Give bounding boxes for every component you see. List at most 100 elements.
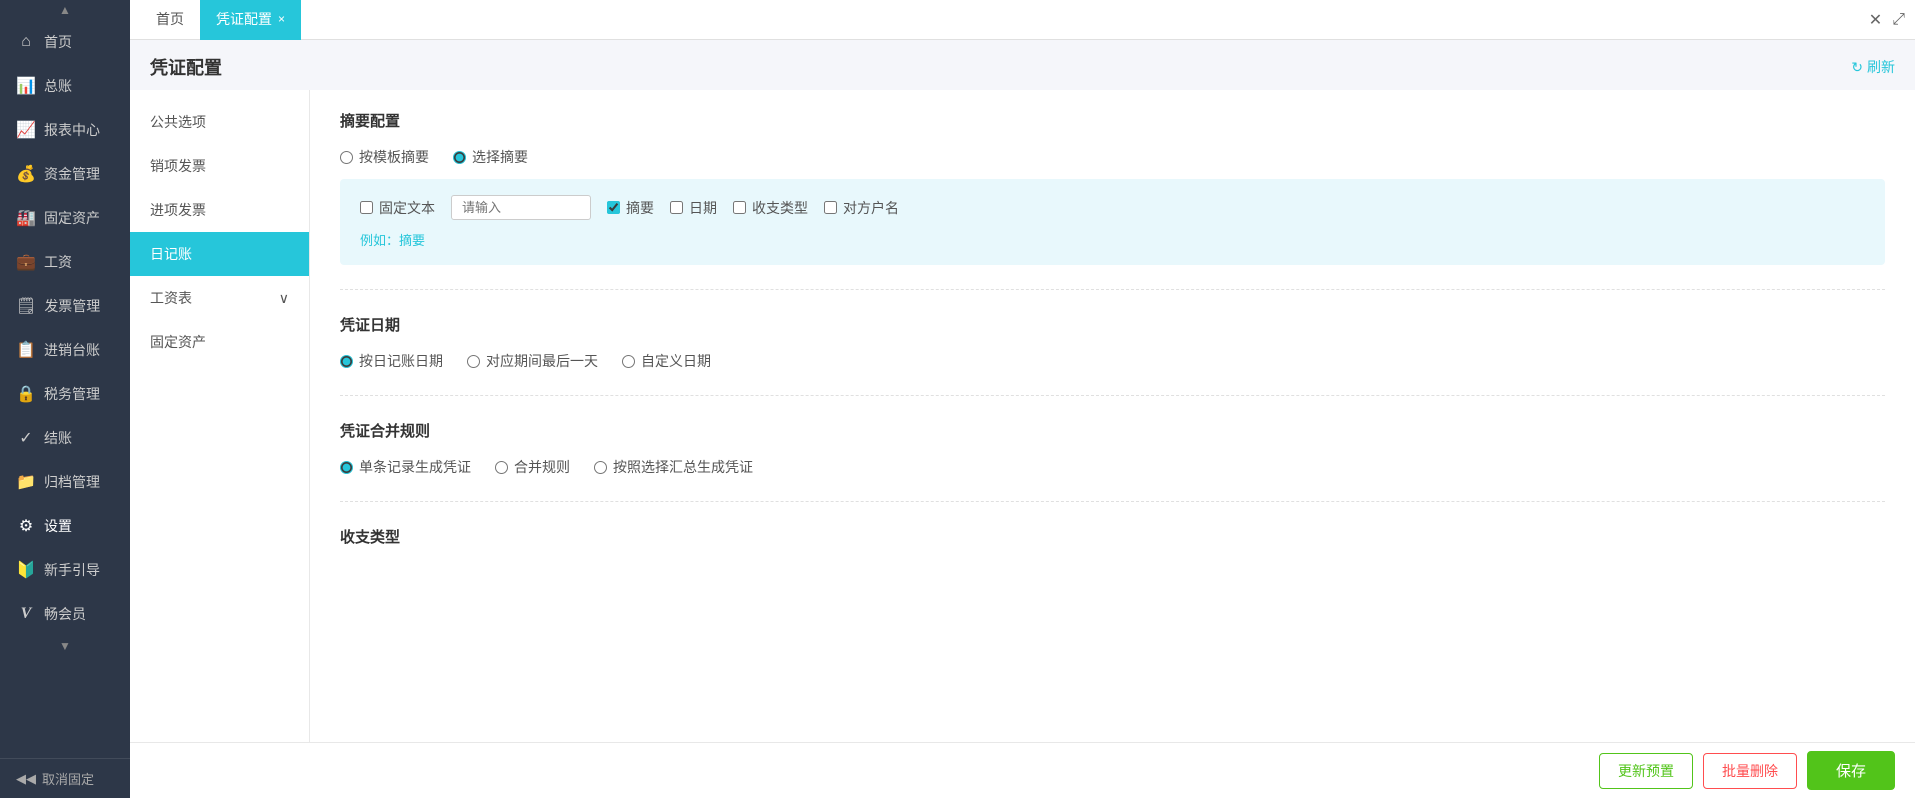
sidebar-item-invoice[interactable]: 🗒 发票管理: [0, 284, 130, 328]
sidebar-item-report[interactable]: 📈 报表中心: [0, 108, 130, 152]
refresh-button[interactable]: ↻ 刷新: [1851, 57, 1895, 77]
voucher-date-option1[interactable]: [340, 355, 353, 368]
radio-select-label[interactable]: 选择摘要: [453, 147, 528, 167]
sidebar-item-home[interactable]: ⌂ 首页: [0, 20, 130, 64]
sidebar-item-fund[interactable]: 💰 资金管理: [0, 152, 130, 196]
tab-voucher[interactable]: 凭证配置 ×: [200, 0, 301, 40]
income-type-title: 收支类型: [340, 526, 1885, 547]
left-nav-purchase-invoice[interactable]: 进项发票: [130, 188, 309, 232]
checkbox-abstract-text: 摘要: [626, 198, 654, 218]
merge-option1[interactable]: [340, 461, 353, 474]
sidebar-item-label: 设置: [44, 516, 72, 536]
fund-icon: 💰: [16, 164, 36, 184]
left-nav-fixed-asset[interactable]: 固定资产: [130, 320, 309, 364]
checkbox-fixed-text-label-text: 固定文本: [379, 198, 435, 218]
tab-voucher-label: 凭证配置: [216, 9, 272, 29]
checkbox-fixed-text[interactable]: [360, 201, 373, 214]
summary-options-row: 固定文本 摘要 日期: [360, 195, 1865, 220]
tab-home[interactable]: 首页: [140, 0, 200, 40]
left-nav-sales-invoice[interactable]: 销项发票: [130, 144, 309, 188]
merge-option2-label[interactable]: 合并规则: [495, 457, 570, 477]
merge-rules-radio-group: 单条记录生成凭证 合并规则 按照选择汇总生成凭证: [340, 457, 1885, 477]
checkbox-fixed-text-label[interactable]: 固定文本: [360, 198, 435, 218]
summary-config-section: 摘要配置 按模板摘要 选择摘要: [340, 110, 1885, 290]
voucher-date-option3-label[interactable]: 自定义日期: [622, 351, 711, 371]
sidebar-item-label: 进销台账: [44, 340, 100, 360]
merge-option1-label[interactable]: 单条记录生成凭证: [340, 457, 471, 477]
update-preset-button[interactable]: 更新预置: [1599, 753, 1693, 789]
left-nav-sales-invoice-label: 销项发票: [150, 156, 206, 176]
sidebar-item-salary[interactable]: 💼 工资: [0, 240, 130, 284]
report-icon: 📈: [16, 120, 36, 140]
voucher-date-option2-text: 对应期间最后一天: [486, 351, 598, 371]
sidebar-item-settings[interactable]: ⚙ 设置: [0, 504, 130, 548]
window-restore-icon[interactable]: ⤢: [1892, 11, 1905, 29]
sidebar-item-archive[interactable]: 📁 归档管理: [0, 460, 130, 504]
checkbox-income-type[interactable]: [733, 201, 746, 214]
voucher-date-option2[interactable]: [467, 355, 480, 368]
checkbox-counterpart-text: 对方户名: [843, 198, 899, 218]
tab-close-icon[interactable]: ×: [278, 12, 285, 26]
member-icon: V: [16, 605, 36, 623]
voucher-date-option3[interactable]: [622, 355, 635, 368]
sidebar-unpin-button[interactable]: ◀◀ 取消固定: [0, 758, 130, 798]
checkbox-counterpart-label[interactable]: 对方户名: [824, 198, 899, 218]
radio-select[interactable]: [453, 151, 466, 164]
sidebar-item-asset[interactable]: 🏭 固定资产: [0, 196, 130, 240]
voucher-date-radio-group: 按日记账日期 对应期间最后一天 自定义日期: [340, 351, 1885, 371]
voucher-date-option1-text: 按日记账日期: [359, 351, 443, 371]
save-button[interactable]: 保存: [1807, 751, 1895, 790]
merge-option1-text: 单条记录生成凭证: [359, 457, 471, 477]
voucher-date-option1-label[interactable]: 按日记账日期: [340, 351, 443, 371]
left-nav-payroll[interactable]: 工资表 ∨: [130, 276, 309, 320]
sidebar-item-purchase[interactable]: 📋 进销台账: [0, 328, 130, 372]
merge-option2-text: 合并规则: [514, 457, 570, 477]
left-nav-journal-label: 日记账: [150, 244, 192, 264]
summary-config-title: 摘要配置: [340, 110, 1885, 131]
right-content: 摘要配置 按模板摘要 选择摘要: [310, 90, 1915, 742]
radio-template-label[interactable]: 按模板摘要: [340, 147, 429, 167]
sidebar-item-guide[interactable]: 🔰 新手引导: [0, 548, 130, 592]
voucher-date-option3-text: 自定义日期: [641, 351, 711, 371]
merge-option3-label[interactable]: 按照选择汇总生成凭证: [594, 457, 753, 477]
sidebar-item-member[interactable]: V 畅会员: [0, 592, 130, 636]
sidebar: ▲ ⌂ 首页 📊 总账 📈 报表中心 💰 资金管理 🏭 固定资产 💼 工资 🗒 …: [0, 0, 130, 798]
salary-icon: 💼: [16, 252, 36, 272]
sidebar-scroll-down[interactable]: ▼: [0, 636, 130, 656]
checkbox-counterpart[interactable]: [824, 201, 837, 214]
settings-icon: ⚙: [16, 516, 36, 536]
radio-template[interactable]: [340, 151, 353, 164]
sidebar-item-label: 结账: [44, 428, 72, 448]
asset-icon: 🏭: [16, 208, 36, 228]
footer-bar: 更新预置 批量删除 保存: [130, 742, 1915, 798]
left-nav-journal[interactable]: 日记账: [130, 232, 309, 276]
sidebar-item-label: 工资: [44, 252, 72, 272]
radio-template-text: 按模板摘要: [359, 147, 429, 167]
sidebar-item-ledger[interactable]: 📊 总账: [0, 64, 130, 108]
checkbox-date[interactable]: [670, 201, 683, 214]
tab-bar: 首页 凭证配置 × ✕ ⤢: [130, 0, 1915, 40]
sidebar-item-tax[interactable]: 🔒 税务管理: [0, 372, 130, 416]
refresh-icon: ↻: [1851, 59, 1863, 76]
close-accounts-icon: ✓: [16, 428, 36, 448]
batch-delete-button[interactable]: 批量删除: [1703, 753, 1797, 789]
checkbox-abstract-label[interactable]: 摘要: [607, 198, 654, 218]
merge-rules-title: 凭证合并规则: [340, 420, 1885, 441]
radio-select-text: 选择摘要: [472, 147, 528, 167]
fixed-text-input[interactable]: [451, 195, 591, 220]
merge-option2[interactable]: [495, 461, 508, 474]
sidebar-item-close[interactable]: ✓ 结账: [0, 416, 130, 460]
summary-config-box: 固定文本 摘要 日期: [340, 179, 1885, 265]
window-close-icon[interactable]: ✕: [1869, 10, 1882, 30]
checkbox-date-label[interactable]: 日期: [670, 198, 717, 218]
left-nav-payroll-label: 工资表: [150, 288, 192, 308]
sidebar-item-label: 新手引导: [44, 560, 100, 580]
merge-option3[interactable]: [594, 461, 607, 474]
sidebar-scroll-up[interactable]: ▲: [0, 0, 130, 20]
checkbox-abstract[interactable]: [607, 201, 620, 214]
voucher-date-option2-label[interactable]: 对应期间最后一天: [467, 351, 598, 371]
voucher-date-title: 凭证日期: [340, 314, 1885, 335]
left-nav-public-label: 公共选项: [150, 112, 206, 132]
left-nav-public[interactable]: 公共选项: [130, 100, 309, 144]
checkbox-income-type-label[interactable]: 收支类型: [733, 198, 808, 218]
